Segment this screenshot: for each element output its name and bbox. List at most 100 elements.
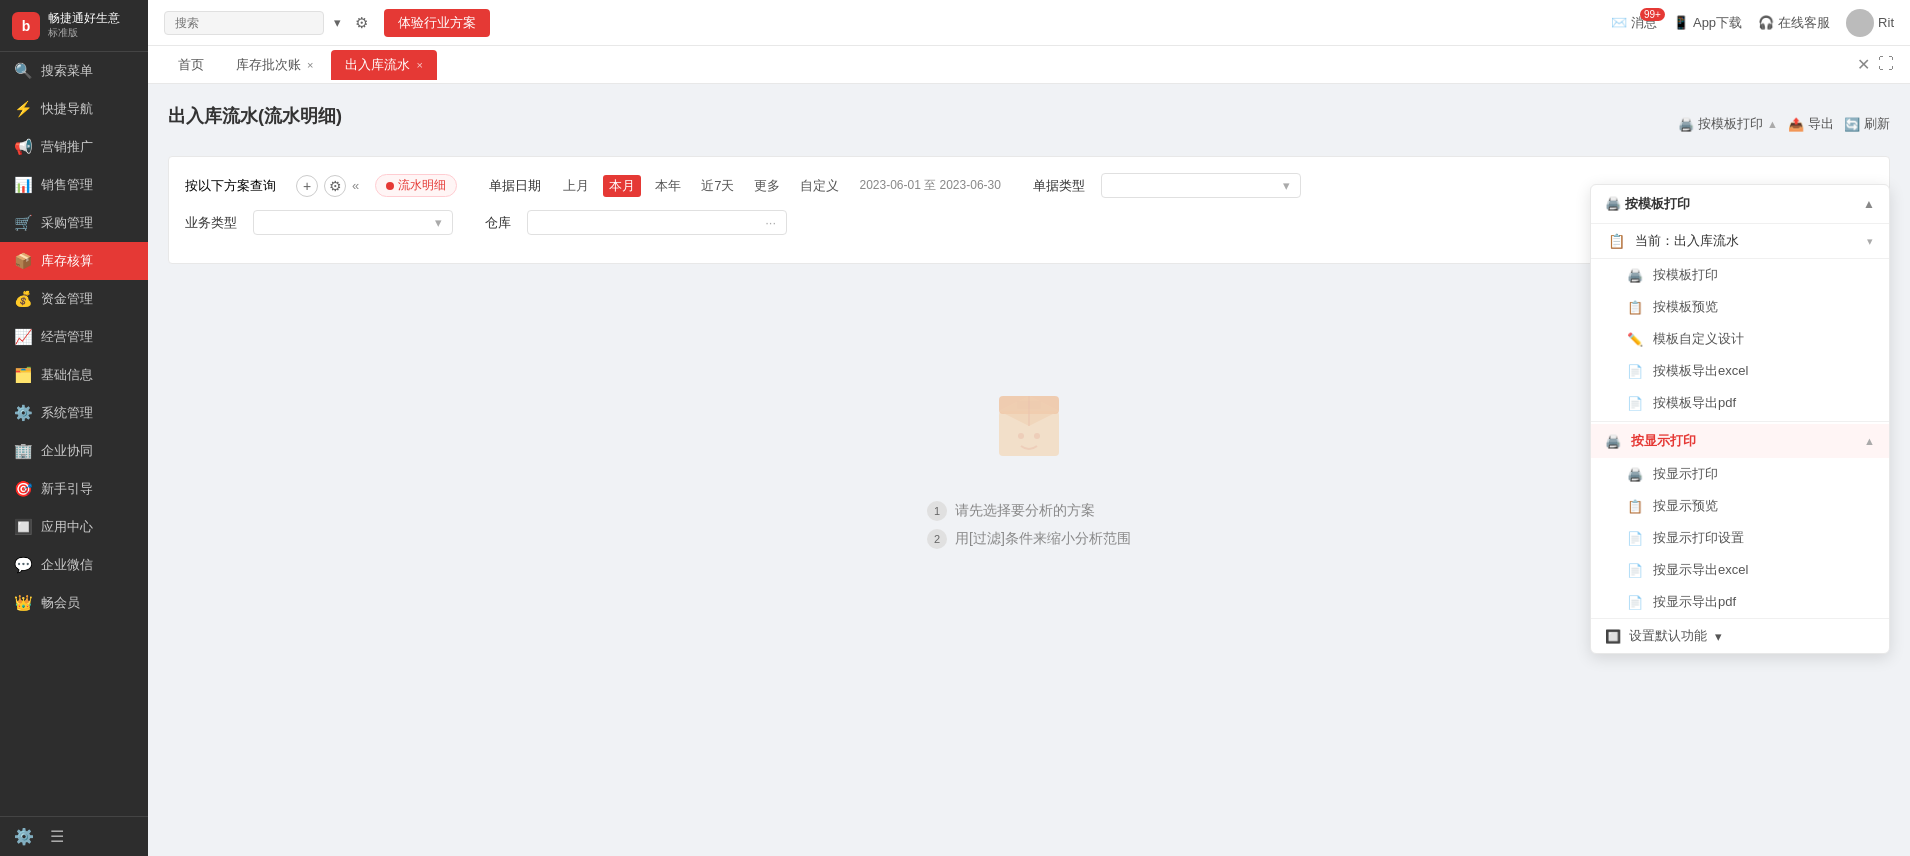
- tab-batch-close[interactable]: ×: [307, 59, 313, 71]
- sidebar: b 畅捷通好生意 标准版 🔍 搜索菜单 ⚡ 快捷导航 📢 营销推广 📊 销售管理…: [0, 0, 148, 856]
- sidebar-item-operations[interactable]: 📈 经营管理: [0, 318, 148, 356]
- topbar: ▾ ⚙ 体验行业方案 ✉️ 消息 99+ 📱 App下载 🎧 在线客服 Rit: [148, 0, 1910, 46]
- dropdown-template-excel[interactable]: 📄 按模板导出excel: [1591, 355, 1889, 387]
- sidebar-item-base[interactable]: 🗂️ 基础信息: [0, 356, 148, 394]
- sidebar-item-corp[interactable]: 🏢 企业协同: [0, 432, 148, 470]
- date-opt-this-year[interactable]: 本年: [649, 175, 687, 197]
- date-opt-custom[interactable]: 自定义: [794, 175, 845, 197]
- sidebar-item-apps[interactable]: 🔲 应用中心: [0, 508, 148, 546]
- sidebar-item-label: 新手引导: [41, 480, 93, 498]
- settings-default-icon: 🔲: [1605, 629, 1621, 644]
- dropdown-display-print-settings[interactable]: 📄 按显示打印设置: [1591, 522, 1889, 554]
- message-badge: 99+: [1640, 8, 1665, 21]
- dropdown-display-pdf[interactable]: 📄 按显示导出pdf: [1591, 586, 1889, 618]
- printer-icon: 🖨️: [1678, 117, 1694, 132]
- step-1-text: 请先选择要分析的方案: [955, 502, 1095, 520]
- template-excel-icon: 📄: [1627, 364, 1643, 379]
- dropdown-current-item[interactable]: 📋 当前：出入库流水 ▾: [1591, 224, 1889, 259]
- app-download-button[interactable]: 📱 App下载: [1673, 14, 1742, 32]
- filter-settings-button[interactable]: ⚙: [324, 175, 346, 197]
- print-button[interactable]: 🖨️ 按模板打印 ▲: [1678, 115, 1778, 133]
- dropdown-template-preview[interactable]: 📋 按模板预览: [1591, 291, 1889, 323]
- tab-home[interactable]: 首页: [164, 50, 218, 80]
- settings-bottom-icon[interactable]: ⚙️: [14, 827, 34, 846]
- main-content: ▾ ⚙ 体验行业方案 ✉️ 消息 99+ 📱 App下载 🎧 在线客服 Rit: [148, 0, 1910, 856]
- display-preview-label: 按显示预览: [1653, 497, 1718, 515]
- search-dropdown-icon[interactable]: ▾: [334, 15, 341, 30]
- tab-flow[interactable]: 出入库流水 ×: [331, 50, 436, 80]
- sidebar-item-wechat[interactable]: 💬 企业微信: [0, 546, 148, 584]
- display-settings-icon: 📄: [1627, 531, 1643, 546]
- refresh-button[interactable]: 🔄 刷新: [1844, 115, 1890, 133]
- dropdown-template-pdf[interactable]: 📄 按模板导出pdf: [1591, 387, 1889, 419]
- sidebar-item-shortcut[interactable]: ⚡ 快捷导航: [0, 90, 148, 128]
- dropdown-divider: [1591, 421, 1889, 422]
- sidebar-item-vip[interactable]: 👑 畅会员: [0, 584, 148, 622]
- tab-batch[interactable]: 库存批次账 ×: [222, 50, 327, 80]
- vip-icon: 👑: [14, 594, 33, 612]
- dropdown-template-custom[interactable]: ✏️ 模板自定义设计: [1591, 323, 1889, 355]
- template-excel-label: 按模板导出excel: [1653, 362, 1748, 380]
- user-avatar-area[interactable]: Rit: [1846, 9, 1894, 37]
- template-custom-label: 模板自定义设计: [1653, 330, 1744, 348]
- tab-flow-close[interactable]: ×: [416, 59, 422, 71]
- search-input[interactable]: [164, 11, 324, 35]
- search-icon: 🔍: [14, 62, 33, 80]
- warehouse-label: 仓库: [485, 214, 511, 232]
- mobile-icon: 📱: [1673, 15, 1689, 30]
- maximize-window-button[interactable]: ⛶: [1878, 55, 1894, 74]
- sidebar-item-label: 企业协同: [41, 442, 93, 460]
- biz-type-selector[interactable]: ▾: [253, 210, 453, 235]
- sidebar-item-guide[interactable]: 🎯 新手引导: [0, 470, 148, 508]
- template-custom-icon: ✏️: [1627, 332, 1643, 347]
- dropdown-footer[interactable]: 🔲 设置默认功能 ▾: [1591, 618, 1889, 653]
- trial-button[interactable]: 体验行业方案: [384, 9, 490, 37]
- sidebar-item-marketing[interactable]: 📢 营销推广: [0, 128, 148, 166]
- date-options: 上月 本月 本年 近7天 更多 自定义 2023-06-01 至 2023-06…: [557, 175, 1001, 197]
- close-window-button[interactable]: ✕: [1857, 55, 1870, 74]
- operations-icon: 📈: [14, 328, 33, 346]
- date-opt-7days[interactable]: 近7天: [695, 175, 740, 197]
- filter-add-button[interactable]: +: [296, 175, 318, 197]
- sidebar-item-purchase[interactable]: 🛒 采购管理: [0, 204, 148, 242]
- sidebar-item-finance[interactable]: 💰 资金管理: [0, 280, 148, 318]
- topbar-gear-icon[interactable]: ⚙: [355, 14, 368, 32]
- corp-icon: 🏢: [14, 442, 33, 460]
- warehouse-selector[interactable]: ···: [527, 210, 787, 235]
- dropdown-up-arrow[interactable]: ▲: [1863, 197, 1875, 211]
- sidebar-item-search[interactable]: 🔍 搜索菜单: [0, 52, 148, 90]
- dropdown-display-section[interactable]: 🖨️ 按显示打印 ▲: [1591, 424, 1889, 458]
- dropdown-template-print[interactable]: 🖨️ 按模板打印: [1591, 259, 1889, 291]
- export-button[interactable]: 📤 导出: [1788, 115, 1834, 133]
- current-arrow-icon: ▾: [1867, 235, 1873, 248]
- display-section-arrow: ▲: [1864, 435, 1875, 447]
- dropdown-display-excel[interactable]: 📄 按显示导出excel: [1591, 554, 1889, 586]
- date-opt-more[interactable]: 更多: [748, 175, 786, 197]
- menu-toggle-icon[interactable]: ☰: [50, 827, 64, 846]
- filter-collapse-icon[interactable]: «: [352, 178, 359, 193]
- sidebar-item-label: 销售管理: [41, 176, 93, 194]
- dropdown-display-preview[interactable]: 📋 按显示预览: [1591, 490, 1889, 522]
- online-service-button[interactable]: 🎧 在线客服: [1758, 14, 1830, 32]
- window-controls: ✕ ⛶: [1857, 55, 1894, 74]
- sidebar-item-sales[interactable]: 📊 销售管理: [0, 166, 148, 204]
- online-service-label: 在线客服: [1778, 14, 1830, 32]
- type-selector[interactable]: ▾: [1101, 173, 1301, 198]
- date-opt-this-month[interactable]: 本月: [603, 175, 641, 197]
- purchase-icon: 🛒: [14, 214, 33, 232]
- display-print-icon: 🖨️: [1627, 467, 1643, 482]
- footer-label: 设置默认功能: [1629, 627, 1707, 645]
- export-label: 导出: [1808, 115, 1834, 133]
- display-settings-label: 按显示打印设置: [1653, 529, 1744, 547]
- system-icon: ⚙️: [14, 404, 33, 422]
- sidebar-item-label: 应用中心: [41, 518, 93, 536]
- tab-batch-label: 库存批次账: [236, 56, 301, 74]
- date-opt-last-month[interactable]: 上月: [557, 175, 595, 197]
- sidebar-item-inventory[interactable]: 📦 库存核算: [0, 242, 148, 280]
- filter-chip[interactable]: 流水明细: [375, 174, 457, 197]
- message-button[interactable]: ✉️ 消息 99+: [1611, 14, 1657, 32]
- warehouse-more-icon: ···: [765, 215, 776, 230]
- sidebar-item-label: 基础信息: [41, 366, 93, 384]
- sidebar-item-system[interactable]: ⚙️ 系统管理: [0, 394, 148, 432]
- dropdown-display-print[interactable]: 🖨️ 按显示打印: [1591, 458, 1889, 490]
